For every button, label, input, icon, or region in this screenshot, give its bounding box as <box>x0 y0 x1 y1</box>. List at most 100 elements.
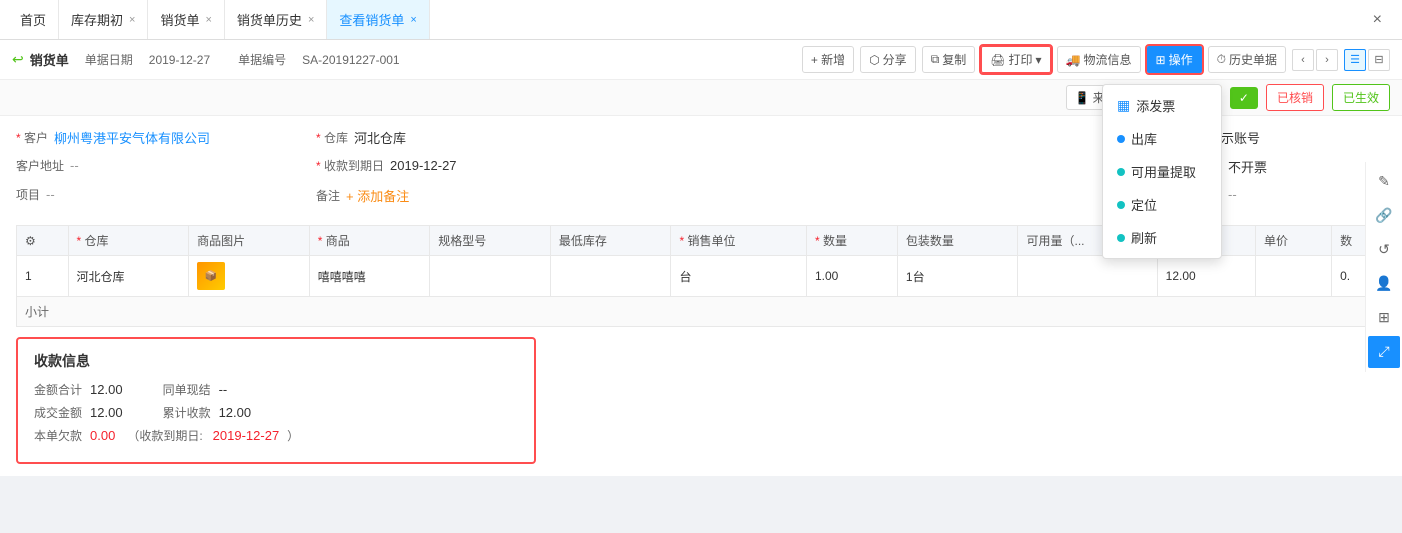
arrears-value: 0.00 <box>90 428 115 443</box>
row-product: 嘻嘻嘻嘻 <box>309 256 430 297</box>
tab-sales-history-close[interactable]: × <box>308 14 314 26</box>
due-date-label: 收款到期日 <box>316 157 384 174</box>
tab-home[interactable]: 首页 <box>8 0 59 39</box>
warehouse-field: 仓库 河北仓库 <box>316 128 536 147</box>
next-arrow[interactable]: › <box>1316 49 1338 71</box>
total-value: 12.00 <box>90 382 123 397</box>
locate-item[interactable]: 定位 <box>1103 188 1221 221</box>
history-button[interactable]: ⏱ 历史单据 <box>1208 46 1286 73</box>
main-toolbar: ↩ 销货单 单据日期 2019-12-27 单据编号 SA-20191227-0… <box>0 40 1402 80</box>
subtotal-label: 小计 <box>17 297 1386 327</box>
subtotal-row: 小计 <box>17 297 1386 327</box>
same-order-label: 同单现结 <box>163 381 211 398</box>
row-pack-qty: 1台 <box>897 256 1018 297</box>
print-chevron-icon: ▾ <box>1036 53 1042 67</box>
col-settings[interactable]: ⚙ <box>17 226 69 256</box>
row-current: 12.00 <box>1157 256 1255 297</box>
customer-value[interactable]: 柳州粤港平安气体有限公司 <box>54 128 210 147</box>
toolbar-right: + 新增 ⬡ 分享 ⧉ 复制 🖨 打印 ▾ 🚚 物流信息 ⊞ 操作 ⏱ 历史单据… <box>802 46 1390 73</box>
ship-item[interactable]: 出库 <box>1103 122 1221 155</box>
nav-arrows: ‹ › <box>1292 49 1338 71</box>
row-available <box>1018 256 1157 297</box>
transaction-label: 成交金额 <box>34 404 82 421</box>
doc-name-label: 销货单 <box>30 50 69 69</box>
add-note-button[interactable]: + 添加备注 <box>346 186 409 205</box>
tab-sales-history-label: 销货单历史 <box>237 10 302 29</box>
payment-row-3: 本单欠款 0.00 （收款到期日: 2019-12-27 ） <box>34 427 518 444</box>
table-sidebar-icon[interactable]: ⊞ <box>1368 302 1400 334</box>
number-label: 单据编号 <box>238 51 286 68</box>
table-row: 1 河北仓库 📦 嘻嘻嘻嘻 台 1.00 1台 12.00 0. <box>17 256 1386 297</box>
ship-dot-icon <box>1117 135 1125 143</box>
operation-button[interactable]: ⊞ 操作 <box>1147 46 1202 73</box>
tab-inventory-close[interactable]: × <box>129 14 135 26</box>
refresh-item[interactable]: 刷新 <box>1103 221 1221 254</box>
sales-staff-value: -- <box>1228 187 1237 202</box>
project-value: -- <box>46 187 55 202</box>
date-value: 2019-12-27 <box>149 53 210 67</box>
tab-sales-label: 销货单 <box>160 10 199 29</box>
add-button[interactable]: + 新增 <box>802 46 854 73</box>
print-button[interactable]: 🖨 打印 ▾ <box>981 46 1050 73</box>
copy-icon: ⧉ <box>931 52 940 67</box>
prev-arrow[interactable]: ‹ <box>1292 49 1314 71</box>
copy-button[interactable]: ⧉ 复制 <box>922 46 976 73</box>
row-quantity: 1.00 <box>806 256 897 297</box>
col-quantity: 数量 <box>806 226 897 256</box>
col-product: 商品 <box>309 226 430 256</box>
logistics-button[interactable]: 🚚 物流信息 <box>1057 46 1141 73</box>
payment-row-2: 成交金额 12.00 累计收款 12.00 <box>34 404 518 421</box>
transaction-value: 12.00 <box>90 405 123 420</box>
tab-view-sales[interactable]: 查看销货单 × <box>327 0 429 39</box>
tab-home-label: 首页 <box>20 10 46 29</box>
total-label: 金额合计 <box>34 381 82 398</box>
tab-view-sales-close[interactable]: × <box>410 14 416 26</box>
available-qty-dot-icon <box>1117 168 1125 176</box>
warehouse-label: 仓库 <box>316 129 348 146</box>
row-min-stock <box>550 256 671 297</box>
window-close-button[interactable]: × <box>1361 11 1394 29</box>
row-image: 📦 <box>189 256 310 297</box>
project-field: 项目 -- <box>16 186 236 203</box>
arrears-suffix: （收款到期日: <box>127 427 202 444</box>
right-sidebar: ✎ 🔗 ↺ 👤 ⊞ ⤢ <box>1365 162 1402 372</box>
col-warehouse: 仓库 <box>68 226 189 256</box>
note-field: 备注 + 添加备注 <box>316 186 536 205</box>
same-order-field: 同单现结 -- <box>163 381 228 398</box>
ticket-type-value: 不开票 <box>1228 157 1267 176</box>
tab-bar: 首页 库存期初 × 销货单 × 销货单历史 × 查看销货单 × × <box>0 0 1402 40</box>
cumulative-value: 12.00 <box>219 405 252 420</box>
project-label: 项目 <box>16 186 40 203</box>
row-unit: 台 <box>671 256 806 297</box>
confirm-button[interactable]: ✓ <box>1230 87 1258 109</box>
row-warehouse: 河北仓库 <box>68 256 189 297</box>
expand-sidebar-icon[interactable]: ⤢ <box>1368 336 1400 368</box>
tab-sales[interactable]: 销货单 × <box>148 0 224 39</box>
link-sidebar-icon[interactable]: 🔗 <box>1368 200 1400 232</box>
rotate-sidebar-icon[interactable]: ↺ <box>1368 234 1400 266</box>
note-label: 备注 <box>316 187 340 204</box>
tab-inventory[interactable]: 库存期初 × <box>59 0 148 39</box>
transaction-field: 成交金额 12.00 <box>34 404 123 421</box>
truck-icon: 🚚 <box>1066 53 1081 67</box>
doc-title-section: ↩ 销货单 <box>12 50 69 69</box>
voided-button[interactable]: 已核销 <box>1266 84 1324 111</box>
user-sidebar-icon[interactable]: 👤 <box>1368 268 1400 300</box>
available-qty-item[interactable]: 可用量提取 <box>1103 155 1221 188</box>
grid-view-icon[interactable]: ⊟ <box>1368 49 1390 71</box>
cumulative-field: 累计收款 12.00 <box>163 404 252 421</box>
list-view-icon[interactable]: ☰ <box>1344 49 1366 71</box>
share-button[interactable]: ⬡ 分享 <box>860 46 916 73</box>
tab-sales-history[interactable]: 销货单历史 × <box>225 0 327 39</box>
col-pack-qty: 包装数量 <box>897 226 1018 256</box>
effect-button[interactable]: 已生效 <box>1332 84 1390 111</box>
edit-sidebar-icon[interactable]: ✎ <box>1368 166 1400 198</box>
tab-sales-close[interactable]: × <box>205 14 211 26</box>
total-field: 金额合计 12.00 <box>34 381 123 398</box>
add-invoice-item[interactable]: ▦ 添发票 <box>1103 89 1221 122</box>
settings-icon: ⚙ <box>25 234 36 248</box>
row-price <box>1255 256 1331 297</box>
col-image: 商品图片 <box>189 226 310 256</box>
number-value: SA-20191227-001 <box>302 53 399 67</box>
row-spec <box>430 256 551 297</box>
